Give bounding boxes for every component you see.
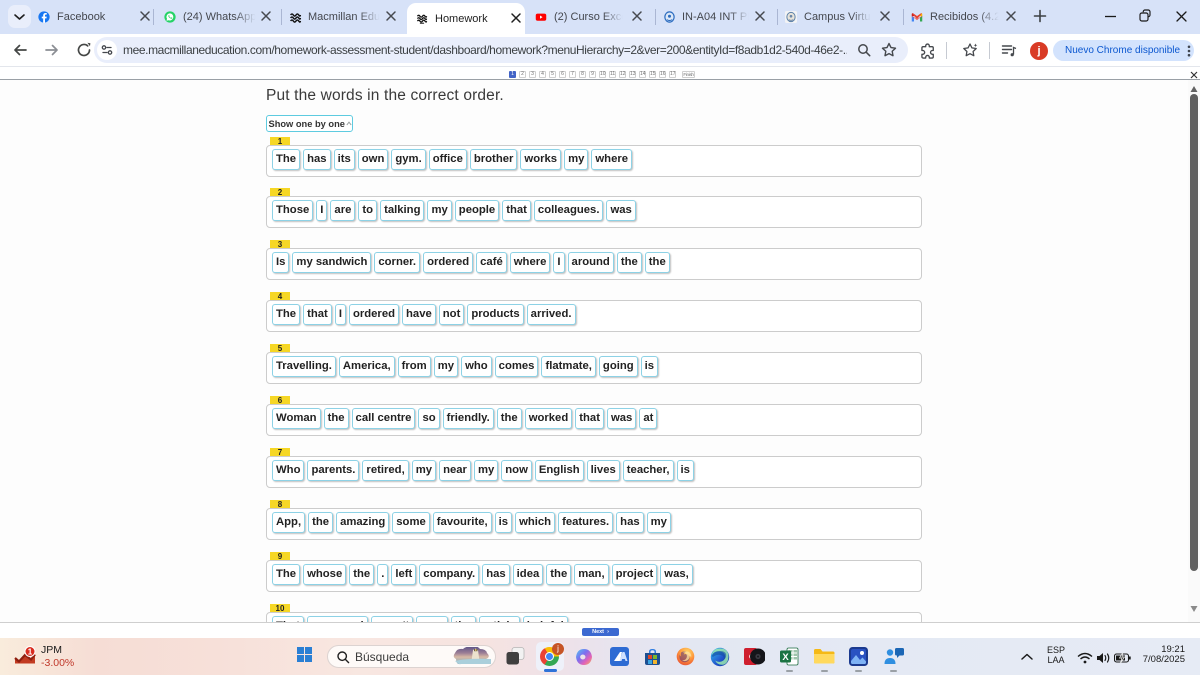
svg-text:X: X <box>782 652 789 663</box>
svg-text:1: 1 <box>28 647 33 656</box>
